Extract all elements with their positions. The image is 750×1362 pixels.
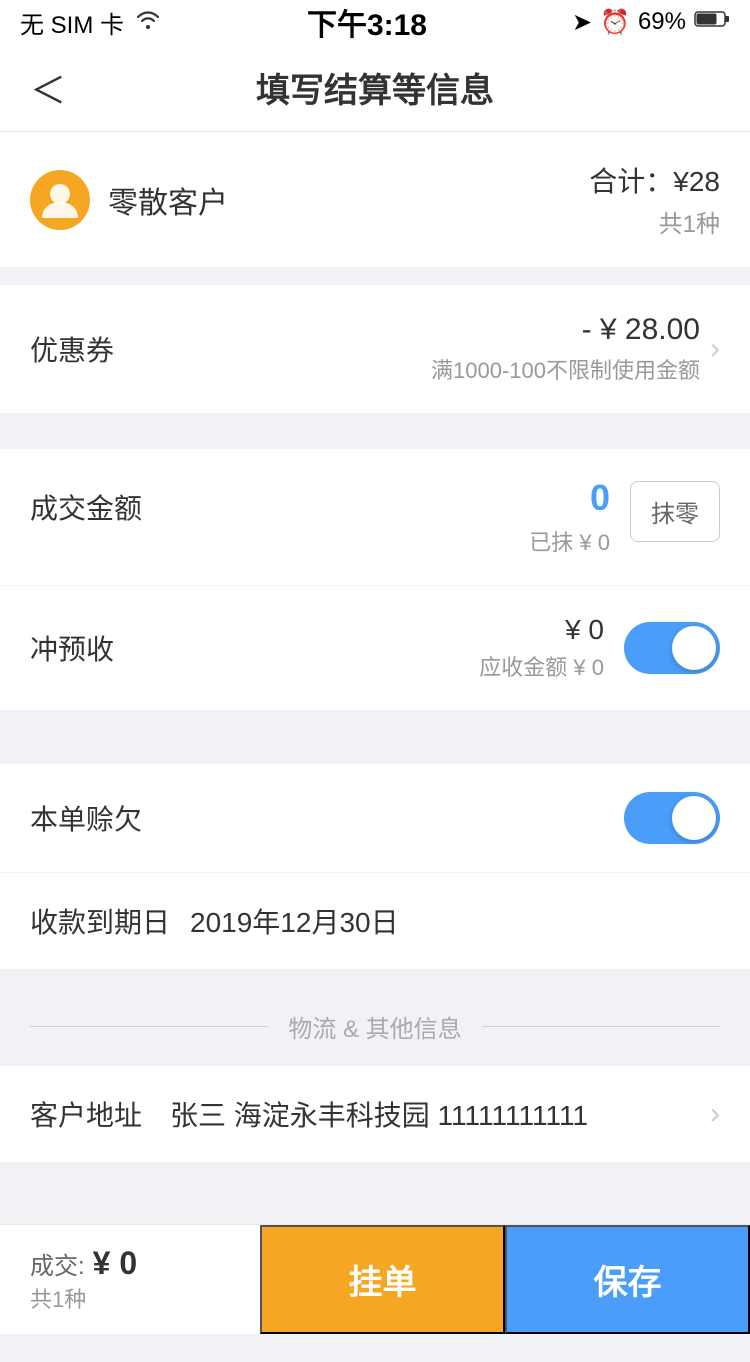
section-divider-1 — [0, 431, 750, 449]
prepay-amount: ¥ 0 — [479, 614, 604, 646]
debt-row: 本单赊欠 — [0, 764, 750, 872]
deal-amount-value: 0 — [529, 477, 610, 519]
avatar — [30, 170, 90, 230]
address-card: 客户地址 张三 海淀永丰科技园 11111111111 › — [0, 1066, 750, 1162]
carrier-text: 无 SIM 卡 — [20, 5, 124, 40]
address-chevron-icon: › — [710, 1097, 720, 1131]
due-date-value: 2019年12月30日 — [190, 901, 399, 941]
save-button[interactable]: 保存 — [505, 1225, 750, 1334]
prepay-row: 冲预收 ¥ 0 应收金额 ¥ 0 — [30, 586, 720, 710]
customer-card: 零散客户 合计：¥28 共1种 — [0, 132, 750, 267]
prepay-section: 冲预收 ¥ 0 应收金额 ¥ 0 — [0, 585, 750, 710]
total-amount: 合计：¥28 — [589, 160, 720, 200]
customer-left: 零散客户 — [30, 170, 228, 230]
due-date-label: 收款到期日 — [30, 901, 170, 941]
bottom-deal-amount: ¥ 0 — [93, 1245, 137, 1282]
round-button[interactable]: 抹零 — [630, 481, 720, 542]
logistics-label: 物流 & 其他信息 — [288, 1009, 461, 1044]
coupon-row[interactable]: 优惠券 - ¥ 28.00 满1000-100不限制使用金额 › — [0, 285, 750, 413]
prepay-toggle[interactable] — [624, 622, 720, 674]
debt-toggle[interactable] — [624, 792, 720, 844]
logistics-divider: 物流 & 其他信息 — [0, 987, 750, 1066]
customer-name: 零散客户 — [108, 178, 228, 222]
status-bar: 无 SIM 卡 下午3:18 ➤ ⏰ 69% — [0, 0, 750, 44]
bottom-left: 成交: ¥ 0 共1种 — [0, 1225, 260, 1334]
status-right: ➤ ⏰ 69% — [572, 8, 730, 37]
bottom-deal-count: 共1种 — [30, 1282, 230, 1314]
deal-amount-row: 成交金额 0 已抹 ¥ 0 抹零 — [30, 477, 720, 557]
divider-line-right — [482, 1026, 720, 1027]
battery-text: 69% — [638, 8, 686, 36]
coupon-desc: 满1000-100不限制使用金额 — [431, 353, 700, 385]
prepay-label: 冲预收 — [30, 628, 114, 668]
coupon-discount: - ¥ 28.00 — [431, 313, 700, 347]
deal-amount-right: 0 已抹 ¥ 0 抹零 — [529, 477, 720, 557]
hold-button[interactable]: 挂单 — [260, 1225, 505, 1334]
back-button[interactable]: ＜ — [30, 62, 66, 114]
customer-row: 零散客户 合计：¥28 共1种 — [0, 132, 750, 267]
total-count: 共1种 — [589, 204, 720, 239]
deal-amount-sub: 已抹 ¥ 0 — [529, 525, 610, 557]
coupon-right: - ¥ 28.00 满1000-100不限制使用金额 › — [431, 313, 720, 385]
debt-label: 本单赊欠 — [30, 798, 142, 838]
address-row[interactable]: 客户地址 张三 海淀永丰科技园 11111111111 › — [0, 1066, 750, 1162]
deal-amount-section: 成交金额 0 已抹 ¥ 0 抹零 — [0, 449, 750, 585]
alarm-icon: ⏰ — [600, 8, 630, 37]
bottom-bar: 成交: ¥ 0 共1种 挂单 保存 — [0, 1224, 750, 1334]
bottom-deal-label: 成交: — [30, 1246, 85, 1281]
address-label: 客户地址 — [30, 1094, 150, 1134]
wifi-icon — [134, 8, 162, 36]
nav-title: 填写结算等信息 — [256, 63, 494, 112]
coupon-info: - ¥ 28.00 满1000-100不限制使用金额 — [431, 313, 700, 385]
debt-card: 本单赊欠 收款到期日 2019年12月30日 — [0, 764, 750, 969]
prepay-sub: 应收金额 ¥ 0 — [479, 650, 604, 682]
coupon-label: 优惠券 — [30, 329, 114, 369]
location-icon: ➤ — [572, 8, 592, 37]
customer-right: 合计：¥28 共1种 — [589, 160, 720, 239]
deal-prepay-card: 成交金额 0 已抹 ¥ 0 抹零 冲预收 ¥ 0 应收金额 ¥ 0 — [0, 449, 750, 710]
debt-toggle-knob — [672, 796, 716, 840]
nav-bar: ＜ 填写结算等信息 — [0, 44, 750, 132]
coupon-card: 优惠券 - ¥ 28.00 满1000-100不限制使用金额 › — [0, 285, 750, 413]
divider-line-left — [30, 1026, 268, 1027]
due-date-row: 收款到期日 2019年12月30日 — [0, 872, 750, 969]
coupon-chevron-icon: › — [710, 332, 720, 366]
section-divider-2 — [0, 728, 750, 746]
status-time: 下午3:18 — [307, 0, 427, 44]
deal-amount-label: 成交金额 — [30, 477, 142, 527]
prepay-info: ¥ 0 应收金额 ¥ 0 — [479, 614, 604, 682]
battery-icon — [694, 8, 730, 36]
prepay-right: ¥ 0 应收金额 ¥ 0 — [479, 614, 720, 682]
content-area: 零散客户 合计：¥28 共1种 优惠券 - ¥ 28.00 满1000-100不… — [0, 132, 750, 1362]
toggle-knob — [672, 626, 716, 670]
deal-amount-value-wrap: 0 已抹 ¥ 0 — [529, 477, 610, 557]
status-left: 无 SIM 卡 — [20, 5, 162, 40]
address-value: 张三 海淀永丰科技园 11111111111 — [170, 1094, 700, 1134]
